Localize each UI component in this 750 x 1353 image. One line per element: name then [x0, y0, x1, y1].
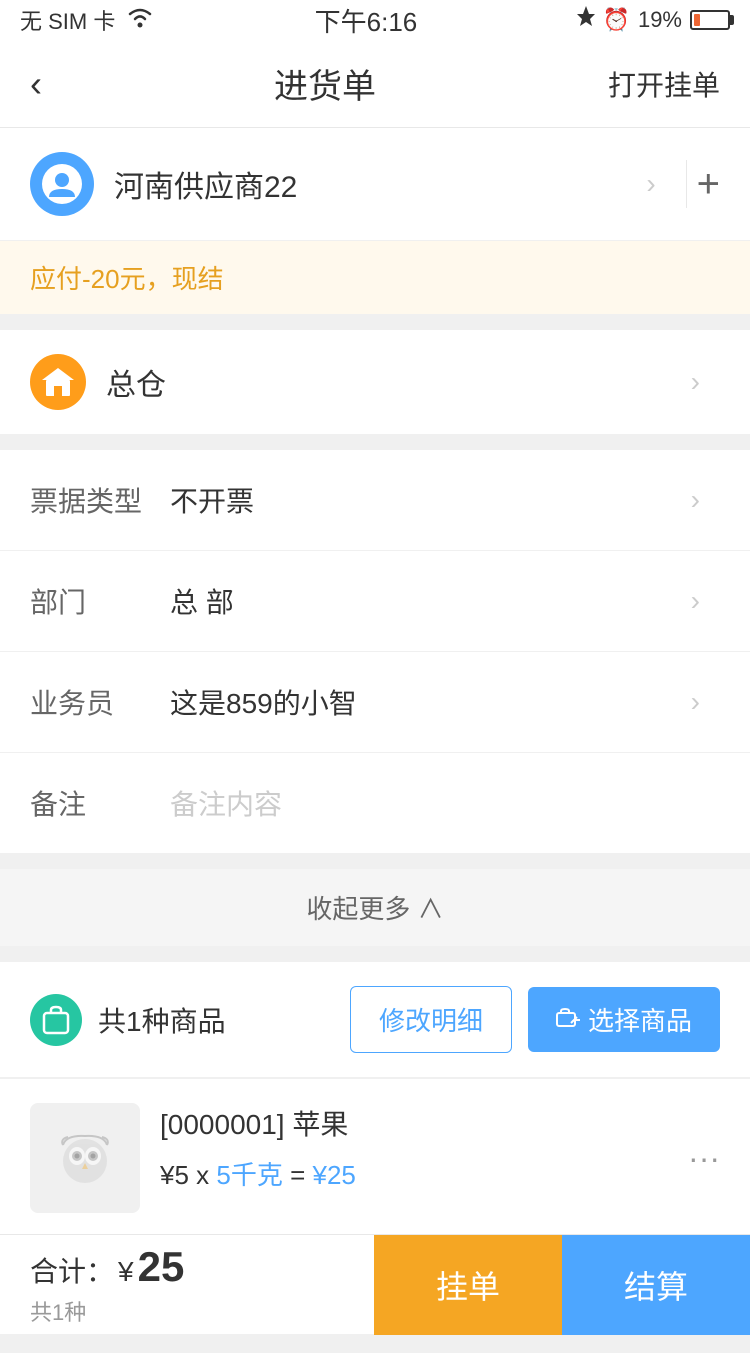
open-hang-button[interactable]: 打开挂单 [608, 64, 720, 104]
page-title: 进货单 [274, 59, 376, 108]
supplier-chevron-icon: › [646, 168, 655, 200]
product-details: [0000001] 苹果 ¥5 x 5千克 = ¥25 [160, 1103, 668, 1192]
salesman-label: 业务员 [30, 682, 170, 722]
product-item: [0000001] 苹果 ¥5 x 5千克 = ¥25 ··· [0, 1079, 750, 1237]
add-button[interactable]: + [697, 162, 720, 207]
status-left: 无 SIM 卡 [20, 4, 155, 36]
supplier-section: 河南供应商22 › + 应付-20元，现结 [0, 128, 750, 314]
supplier-avatar [30, 152, 94, 216]
salesman-value: 这是859的小智 [170, 682, 691, 722]
product-price: ¥5 x 5千克 = ¥25 [160, 1155, 668, 1192]
product-header: 共1种商品 修改明细 选择商品 [0, 962, 750, 1077]
select-product-label: 选择商品 [588, 1001, 692, 1038]
checkout-button[interactable]: 结算 [562, 1235, 750, 1335]
invoice-type-value: 不开票 [170, 480, 691, 520]
invoice-type-label: 票据类型 [30, 480, 170, 520]
status-right: ⏰ 19% [577, 6, 730, 34]
total-section: 合计： ¥ 25 共1种 [0, 1243, 374, 1327]
unit-price: ¥5 x [160, 1160, 216, 1190]
department-chevron-icon: › [691, 585, 700, 617]
product-title: 苹果 [292, 1109, 348, 1140]
warehouse-chevron-icon: › [691, 366, 700, 398]
bottom-bar: 合计： ¥ 25 共1种 挂单 结算 [0, 1234, 750, 1334]
total-label: 合计： [30, 1250, 114, 1290]
department-label: 部门 [30, 581, 170, 621]
battery-percent: 19% [638, 7, 682, 33]
equals: = [283, 1160, 313, 1190]
nav-bar: ‹ 进货单 打开挂单 [0, 40, 750, 128]
status-bar: 无 SIM 卡 下午6:16 ⏰ 19% [0, 0, 750, 40]
warehouse-name: 总仓 [106, 360, 691, 404]
product-code: [0000001] [160, 1109, 292, 1140]
remark-label: 备注 [30, 783, 170, 823]
carrier-text: 无 SIM 卡 [20, 4, 115, 36]
invoice-type-chevron-icon: › [691, 484, 700, 516]
supplier-row[interactable]: 河南供应商22 › + [0, 128, 750, 241]
product-name: [0000001] 苹果 [160, 1103, 668, 1143]
edit-detail-button[interactable]: 修改明细 [350, 986, 512, 1053]
form-section: 票据类型 不开票 › 部门 总 部 › 业务员 这是859的小智 › 备注 备注… [0, 450, 750, 853]
divider [686, 160, 687, 208]
supplier-name: 河南供应商22 [114, 162, 646, 206]
collapse-label: 收起更多 ∧ [306, 889, 443, 926]
department-value: 总 部 [170, 581, 691, 621]
remark-input[interactable]: 备注内容 [170, 783, 720, 823]
quantity: 5千克 [216, 1160, 282, 1190]
salesman-chevron-icon: › [691, 686, 700, 718]
total-symbol: ¥ [118, 1256, 134, 1288]
select-product-button[interactable]: 选择商品 [528, 987, 720, 1052]
back-button[interactable]: ‹ [30, 63, 42, 105]
product-thumbnail [30, 1103, 140, 1213]
hang-button[interactable]: 挂单 [374, 1235, 562, 1335]
invoice-type-row[interactable]: 票据类型 不开票 › [0, 450, 750, 551]
warehouse-section: 总仓 › [0, 330, 750, 434]
product-count-text: 共1种商品 [98, 1000, 350, 1040]
total-amount: 25 [138, 1243, 185, 1291]
collapse-row[interactable]: 收起更多 ∧ [0, 869, 750, 946]
battery-icon [690, 10, 730, 30]
remark-row[interactable]: 备注 备注内容 [0, 753, 750, 853]
total-price: ¥25 [312, 1160, 355, 1190]
payment-notice: 应付-20元，现结 [0, 241, 750, 314]
salesman-row[interactable]: 业务员 这是859的小智 › [0, 652, 750, 753]
alarm-icon: ⏰ [603, 7, 630, 33]
cart-icon [556, 1008, 580, 1032]
warehouse-row[interactable]: 总仓 › [0, 330, 750, 434]
wifi-icon [125, 6, 155, 34]
product-icon [30, 994, 82, 1046]
status-time: 下午6:16 [315, 2, 418, 39]
department-row[interactable]: 部门 总 部 › [0, 551, 750, 652]
warehouse-icon [30, 354, 86, 410]
more-options-button[interactable]: ··· [688, 1140, 720, 1177]
location-icon [577, 6, 595, 34]
total-count: 共1种 [30, 1295, 344, 1327]
